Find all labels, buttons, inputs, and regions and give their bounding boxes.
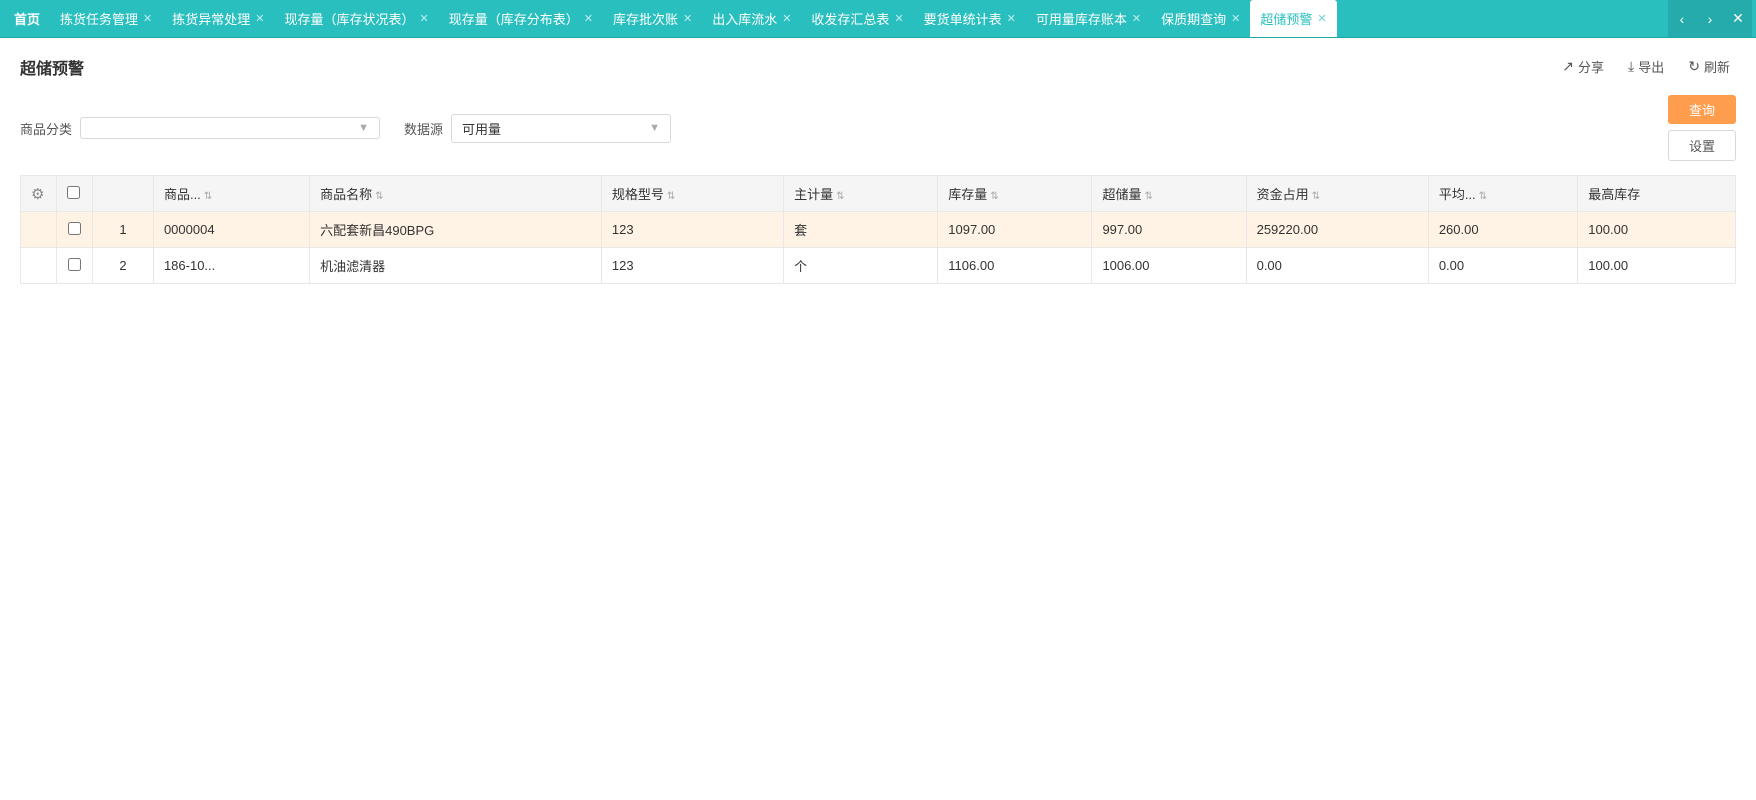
tab-close-10[interactable]: ✕ <box>1317 12 1326 25</box>
tab-close-2[interactable]: ✕ <box>420 12 429 25</box>
td-avg-0: 260.00 <box>1428 212 1577 248</box>
td-checkbox-0[interactable] <box>57 212 93 248</box>
td-over-0: 997.00 <box>1092 212 1246 248</box>
td-max-1: 100.00 <box>1578 248 1736 284</box>
th-max[interactable]: 最高库存 <box>1578 176 1736 212</box>
td-checkbox-1[interactable] <box>57 248 93 284</box>
table-header: ⚙ 商品...⇅ 商品名称⇅ 规格型号⇅ 主计量⇅ 库存量⇅ 超储量⇅ 资金占用… <box>21 176 1736 212</box>
td-unit-1: 个 <box>784 248 938 284</box>
toolbar-right: ↗ 分享 ⤓ 导出 ↻ 刷新 <box>1556 54 1736 79</box>
nav-tab-9[interactable]: 保质期查询✕ <box>1151 0 1250 38</box>
datasource-filter: 数据源 可用量 ▼ <box>404 114 671 143</box>
td-capital-0: 259220.00 <box>1246 212 1428 248</box>
nav-next-arrow[interactable]: › <box>1696 0 1724 38</box>
td-settings-0 <box>21 212 57 248</box>
td-settings-1 <box>21 248 57 284</box>
td-capital-1: 0.00 <box>1246 248 1428 284</box>
page-content: 超储预警 ↗ 分享 ⤓ 导出 ↻ 刷新 商品分类 ▼ 数据源 <box>0 38 1756 300</box>
nav-tab-6[interactable]: 收发存汇总表✕ <box>801 0 913 38</box>
filter-area: 商品分类 ▼ 数据源 可用量 ▼ 查询 设置 <box>20 95 1736 161</box>
nav-tab-5[interactable]: 出入库流水✕ <box>702 0 801 38</box>
th-stock[interactable]: 库存量⇅ <box>938 176 1092 212</box>
th-name[interactable]: 商品名称⇅ <box>310 176 602 212</box>
settings-button[interactable]: 设置 <box>1668 130 1736 161</box>
td-num-1: 2 <box>93 248 154 284</box>
page-header: 超储预警 ↗ 分享 ⤓ 导出 ↻ 刷新 <box>20 54 1736 79</box>
export-icon: ⤓ <box>1628 58 1634 75</box>
td-num-0: 1 <box>93 212 154 248</box>
th-unit[interactable]: 主计量⇅ <box>784 176 938 212</box>
query-button[interactable]: 查询 <box>1668 95 1736 124</box>
category-label: 商品分类 <box>20 119 72 138</box>
td-code-0: 0000004 <box>153 212 309 248</box>
tab-close-7[interactable]: ✕ <box>1007 12 1016 25</box>
td-spec-1: 123 <box>601 248 783 284</box>
category-filter: 商品分类 ▼ <box>20 117 380 139</box>
datasource-select[interactable]: 可用量 ▼ <box>451 114 671 143</box>
nav-tab-2[interactable]: 现存量（库存状况表）✕ <box>274 0 438 38</box>
tab-close-8[interactable]: ✕ <box>1132 12 1141 25</box>
th-spec[interactable]: 规格型号⇅ <box>601 176 783 212</box>
category-select[interactable]: ▼ <box>80 117 380 139</box>
th-over[interactable]: 超储量⇅ <box>1092 176 1246 212</box>
td-unit-0: 套 <box>784 212 938 248</box>
tab-close-0[interactable]: ✕ <box>143 12 152 25</box>
nav-close-arrow[interactable]: ✕ <box>1724 0 1752 38</box>
th-checkbox[interactable] <box>57 176 93 212</box>
nav-tab-1[interactable]: 拣货异常处理✕ <box>162 0 274 38</box>
datasource-value: 可用量 <box>462 119 501 138</box>
tab-close-9[interactable]: ✕ <box>1231 12 1240 25</box>
td-stock-0: 1097.00 <box>938 212 1092 248</box>
nav-tab-0[interactable]: 拣货任务管理✕ <box>50 0 162 38</box>
th-avg[interactable]: 平均...⇅ <box>1428 176 1577 212</box>
page-title: 超储预警 <box>20 55 84 79</box>
th-settings[interactable]: ⚙ <box>21 176 57 212</box>
data-table: ⚙ 商品...⇅ 商品名称⇅ 规格型号⇅ 主计量⇅ 库存量⇅ 超储量⇅ 资金占用… <box>20 175 1736 284</box>
select-all-checkbox[interactable] <box>67 186 80 199</box>
row-checkbox-1[interactable] <box>68 258 81 271</box>
td-name-0: 六配套新昌490BPG <box>310 212 602 248</box>
td-stock-1: 1106.00 <box>938 248 1092 284</box>
td-name-1: 机油滤清器 <box>310 248 602 284</box>
table-row: 2 186-10... 机油滤清器 123 个 1106.00 1006.00 … <box>21 248 1736 284</box>
th-row-num <box>93 176 154 212</box>
td-over-1: 1006.00 <box>1092 248 1246 284</box>
nav-tab-8[interactable]: 可用量库存账本✕ <box>1026 0 1151 38</box>
td-max-0: 100.00 <box>1578 212 1736 248</box>
refresh-icon: ↻ <box>1688 58 1700 75</box>
datasource-dropdown-icon: ▼ <box>649 122 660 134</box>
nav-arrows: ‹ › ✕ <box>1668 0 1752 38</box>
td-code-1: 186-10... <box>153 248 309 284</box>
th-capital[interactable]: 资金占用⇅ <box>1246 176 1428 212</box>
tab-close-3[interactable]: ✕ <box>584 12 593 25</box>
row-checkbox-0[interactable] <box>68 222 81 235</box>
share-icon: ↗ <box>1562 58 1574 75</box>
export-button[interactable]: ⤓ 导出 <box>1622 54 1670 79</box>
th-code[interactable]: 商品...⇅ <box>153 176 309 212</box>
nav-bar: 首页 拣货任务管理✕拣货异常处理✕现存量（库存状况表）✕现存量（库存分布表）✕库… <box>0 0 1756 38</box>
nav-tab-10[interactable]: 超储预警✕ <box>1250 0 1336 38</box>
table-row: 1 0000004 六配套新昌490BPG 123 套 1097.00 997.… <box>21 212 1736 248</box>
nav-tab-4[interactable]: 库存批次账✕ <box>603 0 702 38</box>
tab-close-6[interactable]: ✕ <box>894 12 903 25</box>
category-dropdown-icon: ▼ <box>358 122 369 134</box>
share-button[interactable]: ↗ 分享 <box>1556 54 1610 79</box>
tab-close-5[interactable]: ✕ <box>782 12 791 25</box>
td-spec-0: 123 <box>601 212 783 248</box>
nav-home[interactable]: 首页 <box>4 0 50 38</box>
table-container: ⚙ 商品...⇅ 商品名称⇅ 规格型号⇅ 主计量⇅ 库存量⇅ 超储量⇅ 资金占用… <box>20 175 1736 284</box>
tab-close-4[interactable]: ✕ <box>683 12 692 25</box>
nav-prev-arrow[interactable]: ‹ <box>1668 0 1696 38</box>
tab-close-1[interactable]: ✕ <box>255 12 264 25</box>
datasource-label: 数据源 <box>404 119 443 138</box>
refresh-button[interactable]: ↻ 刷新 <box>1682 54 1736 79</box>
nav-tab-7[interactable]: 要货单统计表✕ <box>914 0 1026 38</box>
td-avg-1: 0.00 <box>1428 248 1577 284</box>
nav-tab-3[interactable]: 现存量（库存分布表）✕ <box>439 0 603 38</box>
settings-column-icon[interactable]: ⚙ <box>31 186 44 203</box>
table-body: 1 0000004 六配套新昌490BPG 123 套 1097.00 997.… <box>21 212 1736 284</box>
